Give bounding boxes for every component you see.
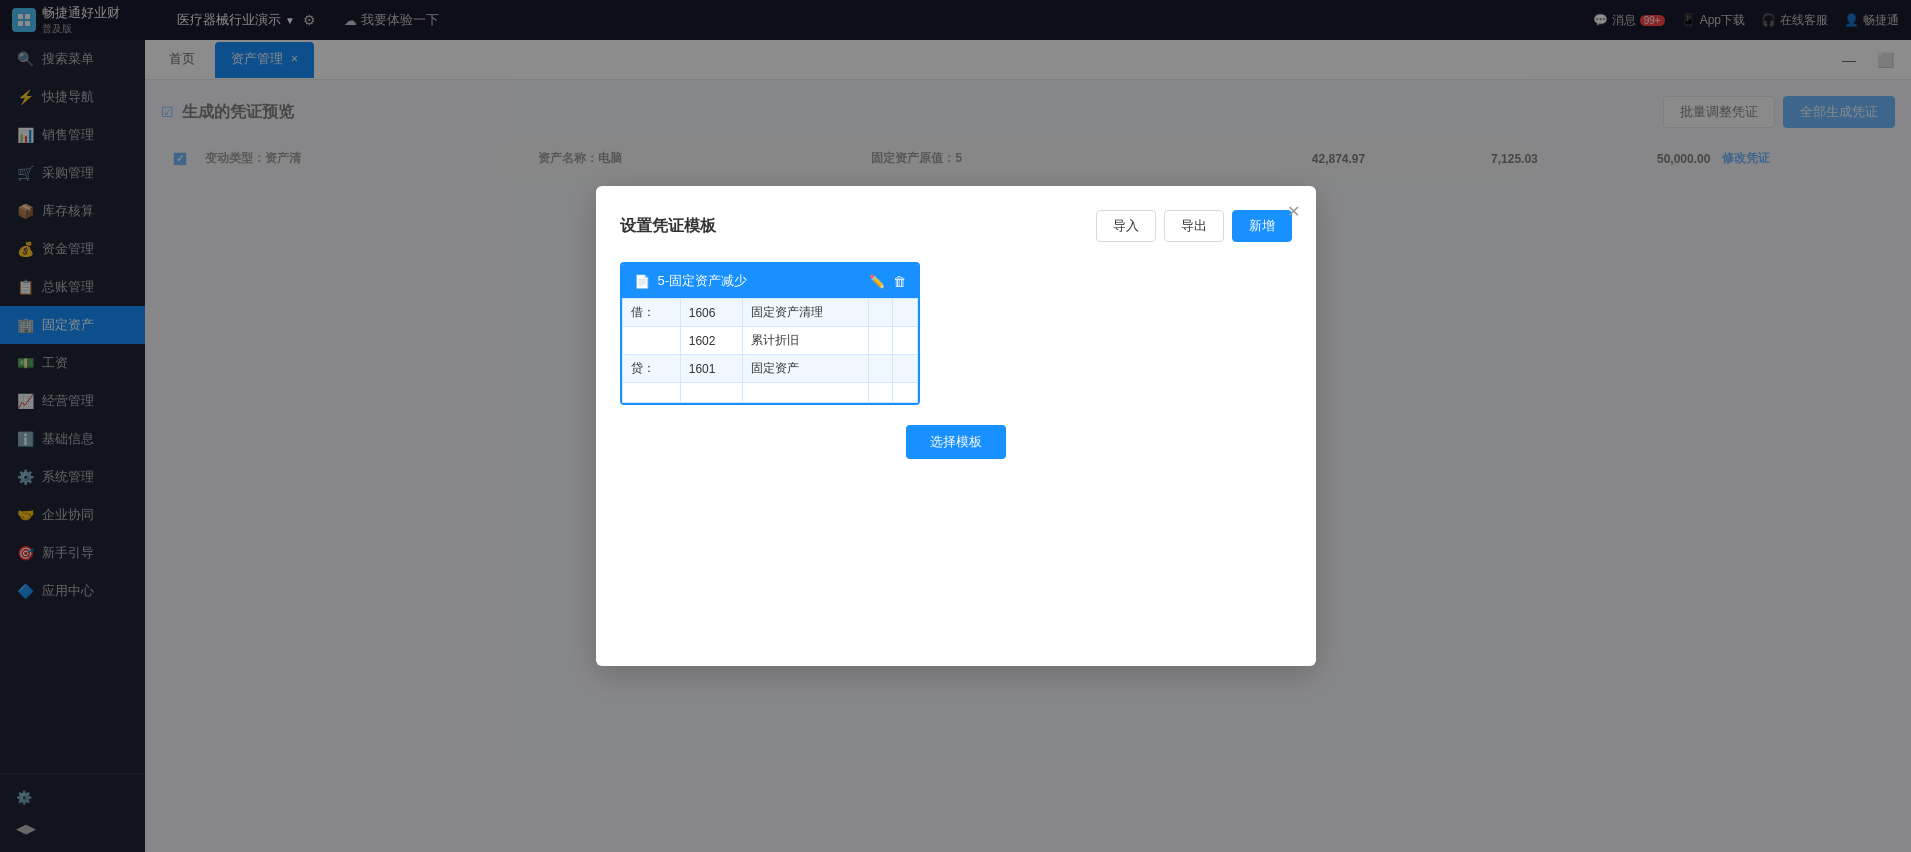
- entry-code: 1602: [680, 327, 742, 355]
- page-content: ☑ 生成的凭证预览 批量调整凭证 全部生成凭证: [145, 80, 1911, 852]
- modal-title: 设置凭证模板: [620, 216, 716, 237]
- template-row: 借： 1606 固定资产清理: [622, 299, 917, 327]
- template-row: 贷： 1601 固定资产: [622, 355, 917, 383]
- template-card-header: 📄 5-固定资产减少 ✏️ 🗑: [622, 264, 918, 298]
- entry-code: 1601: [680, 355, 742, 383]
- modal-close-btn[interactable]: ✕: [1287, 202, 1300, 221]
- new-template-btn[interactable]: 新增: [1232, 210, 1292, 242]
- main-layout: 🔍 搜索菜单 ⚡ 快捷导航 📊 销售管理 🛒 采购管理 📦 库存核算 💰 资金管…: [0, 40, 1911, 852]
- entry-name: 固定资产清理: [742, 299, 868, 327]
- entry-debit: [869, 327, 893, 355]
- template-card: 📄 5-固定资产减少 ✏️ 🗑: [620, 262, 920, 405]
- entry-code: 1606: [680, 299, 742, 327]
- modal-action-buttons: 导入 导出 新增: [1096, 210, 1292, 242]
- template-card-title-area: 📄 5-固定资产减少: [634, 272, 748, 290]
- entry-name: 累计折旧: [742, 327, 868, 355]
- entry-debit: [869, 355, 893, 383]
- modal-body: 📄 5-固定资产减少 ✏️ 🗑: [620, 262, 1292, 459]
- template-empty-row: [622, 383, 917, 403]
- entry-credit: [893, 355, 917, 383]
- template-delete-icon[interactable]: 🗑: [893, 274, 906, 289]
- template-edit-icon[interactable]: ✏️: [869, 274, 885, 289]
- entry-type: 借：: [622, 299, 680, 327]
- entry-credit: [893, 327, 917, 355]
- entry-credit: [893, 299, 917, 327]
- content-area: 首页 资产管理 × — ⬜ ☑ 生成的凭证预览: [145, 40, 1911, 852]
- app-container: 畅捷通好业财 普及版 医疗器械行业演示 ▼ ⚙ ☁ 我要体验一下 💬 消息 99…: [0, 0, 1911, 852]
- template-row: 1602 累计折旧: [622, 327, 917, 355]
- modal-dialog: 设置凭证模板 导入 导出 新增 ✕: [596, 186, 1316, 666]
- export-btn[interactable]: 导出: [1164, 210, 1224, 242]
- select-template-btn[interactable]: 选择模板: [906, 425, 1006, 459]
- entry-name: 固定资产: [742, 355, 868, 383]
- template-doc-icon: 📄: [634, 274, 650, 289]
- import-btn[interactable]: 导入: [1096, 210, 1156, 242]
- entry-type: 贷：: [622, 355, 680, 383]
- modal-header: 设置凭证模板 导入 导出 新增: [620, 210, 1292, 242]
- template-card-actions: ✏️ 🗑: [869, 274, 906, 289]
- modal-overlay: 设置凭证模板 导入 导出 新增 ✕: [145, 80, 1911, 852]
- entry-debit: [869, 299, 893, 327]
- template-entries-table: 借： 1606 固定资产清理 1602 累计折旧 贷： 1601 固定资产: [622, 298, 918, 403]
- template-name: 5-固定资产减少: [658, 272, 748, 290]
- entry-type: [622, 327, 680, 355]
